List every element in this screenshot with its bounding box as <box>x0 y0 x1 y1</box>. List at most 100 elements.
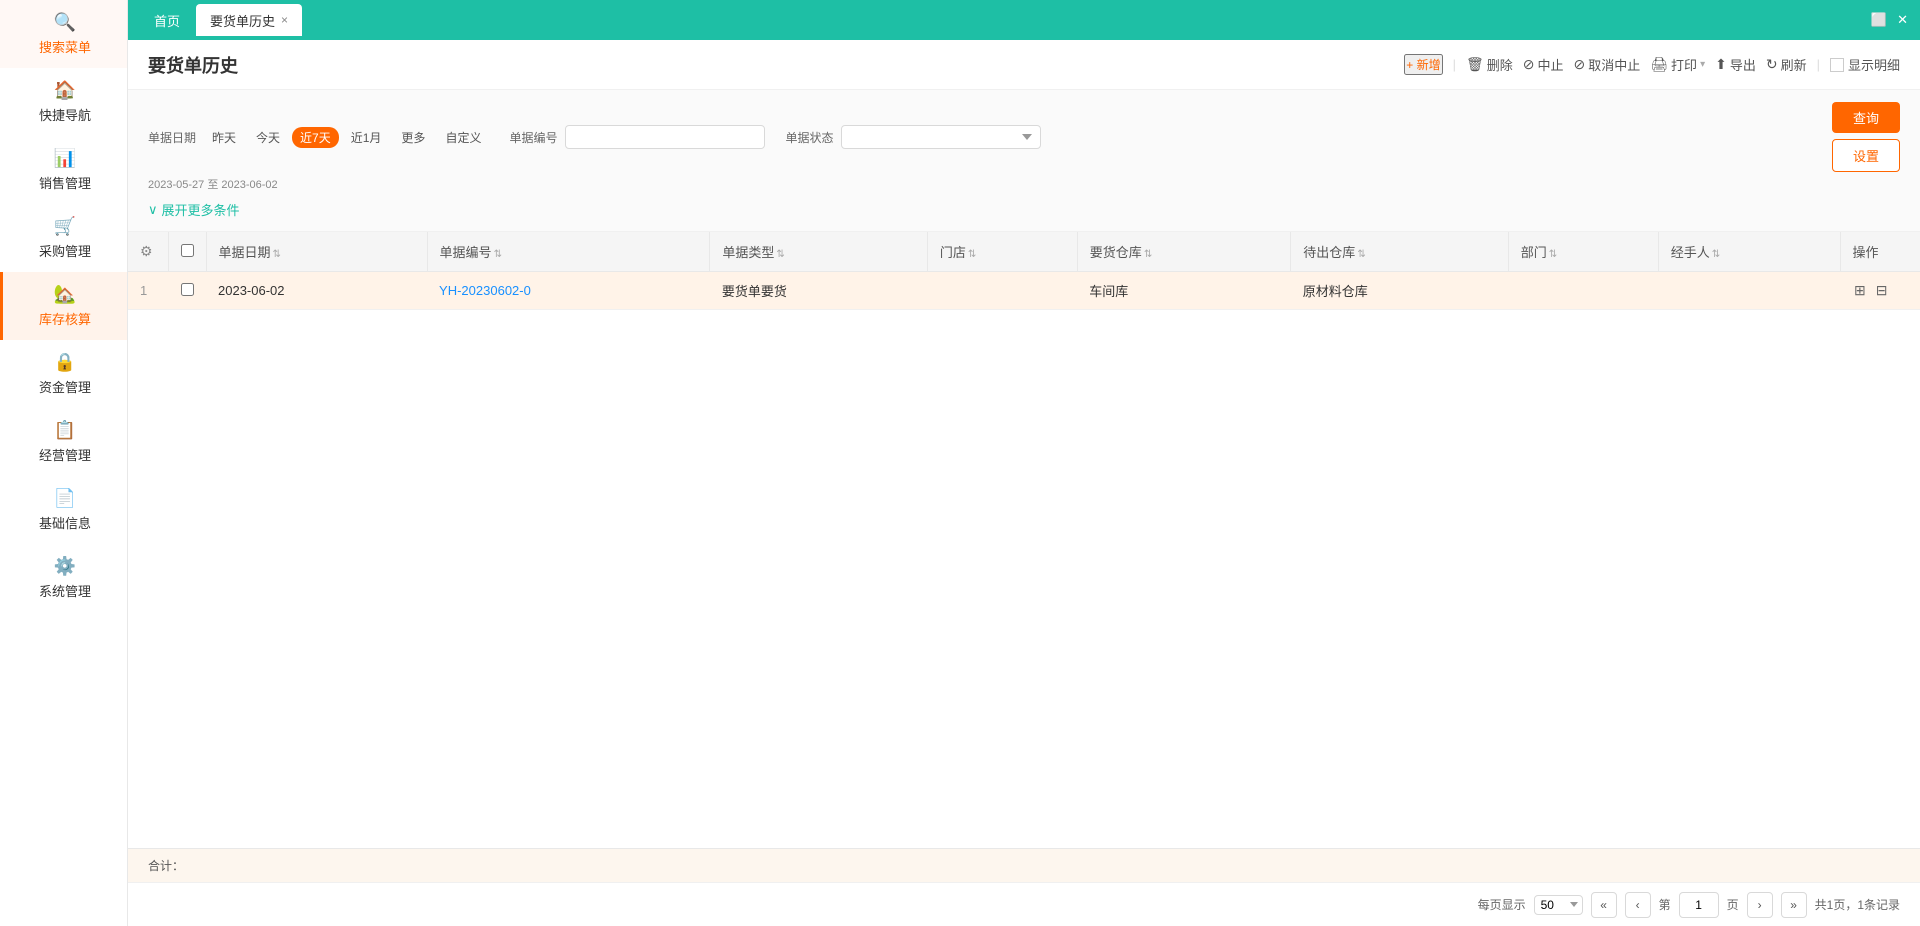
delete-button[interactable]: 🗑 删除 <box>1466 55 1513 74</box>
cancel-stop-icon: ⊘ <box>1574 56 1586 73</box>
prev-page-button[interactable]: ‹ <box>1625 892 1651 918</box>
sidebar-item-operation[interactable]: 📋经营管理 <box>0 408 127 476</box>
export-button[interactable]: ⬆ 导出 <box>1715 55 1756 74</box>
print-button[interactable]: 🖨 打印 ▾ <box>1650 55 1705 74</box>
sidebar-item-quicknav[interactable]: 🏠快捷导航 <box>0 68 127 136</box>
expand-more-button[interactable]: ∨ 展开更多条件 <box>148 200 1900 219</box>
date-shortcut-更多[interactable]: 更多 <box>393 127 433 148</box>
sidebar-item-purchase[interactable]: 🛒采购管理 <box>0 204 127 272</box>
gear-icon[interactable]: ⚙ <box>140 243 153 259</box>
inventory-icon: 🏡 <box>54 284 76 305</box>
new-button[interactable]: + 新增 <box>1404 54 1442 75</box>
sidebar-item-label: 搜索菜单 <box>39 37 91 56</box>
table-row: 1 2023-06-02 YH-20230602-0 要货单要货 车间库 原材料… <box>128 272 1920 310</box>
print-icon: 🖨 <box>1650 56 1668 73</box>
topbar: 首页 要货单历史 × ⬜ ✕ <box>128 0 1920 40</box>
sort-dept-icon[interactable]: ⇅ <box>1549 249 1557 260</box>
select-all-checkbox[interactable] <box>181 244 194 257</box>
sidebar-item-label: 库存核算 <box>39 309 91 328</box>
date-range-text: 2023-05-27 至 2023-06-02 <box>148 176 1900 192</box>
topbar-right: ⬜ ✕ <box>1871 12 1908 28</box>
date-filter-group: 单据日期 昨天今天近7天近1月更多自定义 <box>148 127 489 148</box>
date-shortcuts: 昨天今天近7天近1月更多自定义 <box>204 127 489 148</box>
order-no-input[interactable] <box>565 125 765 149</box>
sidebar-item-basic[interactable]: 📄基础信息 <box>0 476 127 544</box>
content-area: 要货单历史 + 新增 | 🗑 删除 ⊘ 中止 ⊘ 取消中止 🖨 <box>128 40 1920 926</box>
query-button[interactable]: 查询 <box>1832 102 1900 133</box>
table-footer: 合计： <box>128 848 1920 882</box>
sort-pending-wh-icon[interactable]: ⇅ <box>1357 249 1365 260</box>
restore-button[interactable]: ⬜ <box>1871 12 1887 28</box>
next-page-button[interactable]: › <box>1747 892 1773 918</box>
finance-icon: 🔒 <box>54 352 76 373</box>
sort-date-icon[interactable]: ⇅ <box>273 249 281 260</box>
sidebar-item-finance[interactable]: 🔒 资金管理 <box>0 340 127 408</box>
sort-handler-icon[interactable]: ⇅ <box>1712 249 1720 260</box>
sidebar-item-label: 快捷导航 <box>39 105 91 124</box>
sort-order-no-icon[interactable]: ⇅ <box>494 249 502 260</box>
row-pending-warehouse: 原材料仓库 <box>1291 272 1508 310</box>
row-edit-icon[interactable]: ⊞ <box>1852 280 1868 301</box>
date-shortcut-近1月[interactable]: 近1月 <box>343 127 390 148</box>
row-department <box>1508 272 1658 310</box>
status-filter-group: 单据状态 <box>785 125 1041 149</box>
print-dropdown-icon[interactable]: ▾ <box>1700 59 1705 70</box>
refresh-icon: ↻ <box>1766 56 1778 73</box>
first-page-button[interactable]: « <box>1591 892 1617 918</box>
per-page-select[interactable]: 50 20 100 <box>1534 895 1583 915</box>
row-actions: ⊞ ⊟ <box>1840 272 1920 310</box>
filter-area: 单据日期 昨天今天近7天近1月更多自定义 单据编号 单据状态 查询 <box>128 90 1920 232</box>
sort-req-wh-icon[interactable]: ⇅ <box>1144 249 1152 260</box>
row-store <box>927 272 1077 310</box>
th-gear[interactable]: ⚙ <box>128 232 168 272</box>
th-store: 门店⇅ <box>927 232 1077 272</box>
sidebar-item-system[interactable]: ⚙️系统管理 <box>0 544 127 612</box>
sidebar-item-inventory[interactable]: 🏡 库存核算 <box>0 272 127 340</box>
page-title: 要货单历史 <box>148 52 238 78</box>
show-detail-checkbox[interactable] <box>1830 58 1844 72</box>
stop-icon: ⊘ <box>1523 56 1535 73</box>
page-input[interactable] <box>1679 892 1719 918</box>
pagination-bar: 每页显示 50 20 100 « ‹ 第 页 › » 共1页，1条记录 <box>128 882 1920 926</box>
sidebar-item-label: 销售管理 <box>39 173 91 192</box>
stop-button[interactable]: ⊘ 中止 <box>1523 55 1564 74</box>
table-container: ⚙ 单据日期⇅ 单据编号⇅ 单据类型⇅ <box>128 232 1920 848</box>
topbar-tab-history[interactable]: 要货单历史 × <box>196 4 302 36</box>
date-shortcut-昨天[interactable]: 昨天 <box>204 127 244 148</box>
row-more-icon[interactable]: ⊟ <box>1874 280 1890 301</box>
sort-order-type-icon[interactable]: ⇅ <box>776 249 784 260</box>
cancel-stop-button[interactable]: ⊘ 取消中止 <box>1574 55 1641 74</box>
close-button[interactable]: ✕ <box>1897 12 1908 28</box>
last-page-button[interactable]: » <box>1781 892 1807 918</box>
sidebar-item-search[interactable]: 🔍 搜索菜单 <box>0 0 127 68</box>
sort-store-icon[interactable]: ⇅ <box>968 249 976 260</box>
refresh-button[interactable]: ↻ 刷新 <box>1766 55 1807 74</box>
sidebar-item-label: 资金管理 <box>39 377 91 396</box>
date-shortcut-今天[interactable]: 今天 <box>248 127 288 148</box>
status-select[interactable] <box>841 125 1041 149</box>
table-header-row: ⚙ 单据日期⇅ 单据编号⇅ 单据类型⇅ <box>128 232 1920 272</box>
th-department: 部门⇅ <box>1508 232 1658 272</box>
row-order-no: YH-20230602-0 <box>427 272 710 310</box>
date-shortcut-自定义[interactable]: 自定义 <box>437 127 489 148</box>
row-req-warehouse: 车间库 <box>1077 272 1291 310</box>
toolbar: + 新增 | 🗑 删除 ⊘ 中止 ⊘ 取消中止 🖨 打印 ▾ <box>1404 54 1900 75</box>
th-date: 单据日期⇅ <box>206 232 427 272</box>
order-no-link[interactable]: YH-20230602-0 <box>439 283 531 298</box>
topbar-tab-home[interactable]: 首页 <box>140 4 194 36</box>
basic-icon: 📄 <box>54 488 76 509</box>
setting-button[interactable]: 设置 <box>1832 139 1900 172</box>
show-detail-toggle[interactable]: 显示明细 <box>1830 55 1900 74</box>
tab-close-history[interactable]: × <box>281 13 288 27</box>
row-checkbox[interactable] <box>181 283 194 296</box>
main-area: 首页要货单历史× ⬜ ✕ 要货单历史 + 新增 | 🗑 删除 ⊘ 中止 ⊘ <box>128 0 1920 926</box>
tab-label-home: 首页 <box>154 11 180 30</box>
sidebar-item-sales[interactable]: 📊销售管理 <box>0 136 127 204</box>
date-shortcut-近7天[interactable]: 近7天 <box>292 127 339 148</box>
tab-label-history: 要货单历史 <box>210 11 275 30</box>
page-label: 第 <box>1659 896 1671 913</box>
th-pending-warehouse: 待出仓库⇅ <box>1291 232 1508 272</box>
chevron-down-icon: ∨ <box>148 202 158 218</box>
search-icon: 🔍 <box>54 12 76 33</box>
row-handler <box>1658 272 1840 310</box>
